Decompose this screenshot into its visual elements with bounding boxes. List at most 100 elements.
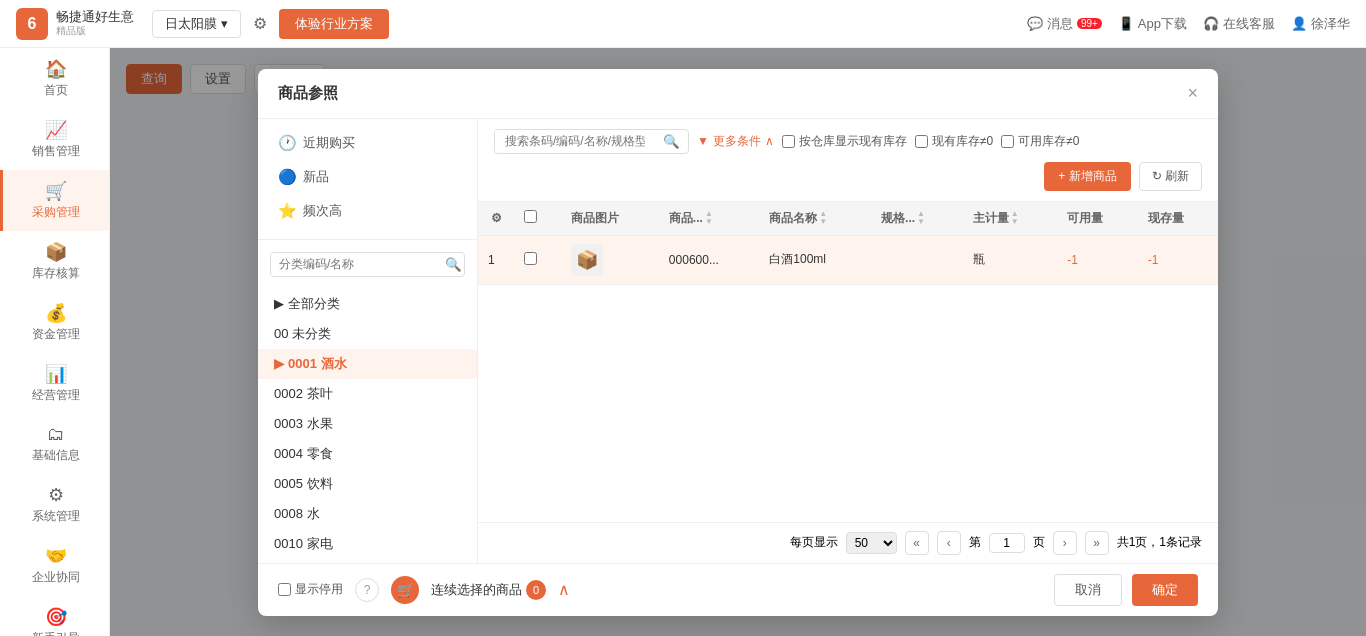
sidebar-item-operations[interactable]: 📊 经营管理 (0, 353, 109, 414)
modal-right-panel: 🔍 ▼ 更多条件 ∧ 按仓库显示现有库存 (478, 119, 1218, 563)
first-page-button[interactable]: « (905, 531, 929, 555)
more-filter-button[interactable]: ▼ 更多条件 ∧ (697, 133, 774, 150)
table-row[interactable]: 1 📦 000600... 白酒100ml 瓶 -1 (478, 235, 1218, 284)
checkbox-available-stock[interactable]: 可用库存≠0 (1001, 133, 1079, 150)
nav-right: 💬 消息 99+ 📱 App下载 🎧 在线客服 👤 徐泽华 (1027, 15, 1350, 33)
star-icon: ⭐ (278, 202, 297, 220)
quick-link-recent[interactable]: 🕐 近期购买 (270, 129, 465, 157)
td-stock: -1 (1138, 235, 1218, 284)
show-disabled-input[interactable] (278, 583, 291, 596)
cat-item-all[interactable]: ▶ 全部分类 (258, 289, 477, 319)
sidebar-item-purchase[interactable]: 🛒 采购管理 (0, 170, 109, 231)
sidebar-item-basic[interactable]: 🗂 基础信息 (0, 414, 109, 474)
th-settings[interactable]: ⚙ (478, 202, 514, 236)
cat-label-00: 00 未分类 (274, 325, 331, 343)
sidebar-item-finance[interactable]: 💰 资金管理 (0, 292, 109, 353)
per-page-select[interactable]: 50 100 (846, 532, 897, 554)
page-input[interactable] (989, 533, 1025, 553)
app-download-item[interactable]: 📱 App下载 (1118, 15, 1187, 33)
quick-link-recent-label: 近期购买 (303, 134, 355, 152)
td-checkbox (514, 235, 561, 284)
th-checkbox (514, 202, 561, 236)
nav-selector[interactable]: 日太阳膜 ▾ (152, 10, 241, 38)
sidebar-item-inventory[interactable]: 📦 库存核算 (0, 231, 109, 292)
trial-btn[interactable]: 体验行业方案 (279, 9, 389, 39)
sidebar-label-system: 系统管理 (32, 508, 80, 525)
footer-left: 显示停用 (278, 581, 343, 598)
th-code[interactable]: 商品... ▲▼ (659, 202, 759, 236)
th-name[interactable]: 商品名称 ▲▼ (759, 202, 871, 236)
sidebar-item-system[interactable]: ⚙ 系统管理 (0, 474, 109, 535)
cat-label-0010: 0010 家电 (274, 535, 333, 553)
purchase-icon: 🛒 (45, 180, 67, 202)
last-page-button[interactable]: » (1085, 531, 1109, 555)
cat-item-0008[interactable]: 0008 水 (258, 499, 477, 529)
cat-item-0005[interactable]: 0005 饮料 (258, 469, 477, 499)
online-service-item[interactable]: 🎧 在线客服 (1203, 15, 1275, 33)
quick-link-new-label: 新品 (303, 168, 329, 186)
checkbox-current-stock-input[interactable] (915, 135, 928, 148)
checkbox-warehouse-stock-input[interactable] (782, 135, 795, 148)
sidebar-item-home[interactable]: 🏠 首页 (0, 48, 109, 109)
app-label: App下载 (1138, 15, 1187, 33)
chevron-down-icon: ▾ (221, 16, 228, 31)
quick-link-frequent[interactable]: ⭐ 频次高 (270, 197, 465, 225)
sidebar-item-sales[interactable]: 📈 销售管理 (0, 109, 109, 170)
collapse-arrow-icon[interactable]: ∧ (558, 580, 570, 599)
th-unit[interactable]: 主计量 ▲▼ (963, 202, 1058, 236)
help-button[interactable]: ? (355, 578, 379, 602)
cat-item-00[interactable]: 00 未分类 (258, 319, 477, 349)
add-product-button[interactable]: + 新增商品 (1044, 162, 1130, 191)
arrow-icon: ▶ (274, 296, 284, 311)
gear-icon[interactable]: ⚙ (253, 14, 267, 33)
cat-item-0004[interactable]: 0004 零食 (258, 439, 477, 469)
messages-item[interactable]: 💬 消息 99+ (1027, 15, 1102, 33)
sidebar-item-guide[interactable]: 🎯 新手引导 (0, 596, 109, 636)
divider (258, 239, 477, 240)
user-item[interactable]: 👤 徐泽华 (1291, 15, 1350, 33)
refresh-button[interactable]: ↻ 刷新 (1139, 162, 1202, 191)
category-search-input[interactable] (271, 253, 437, 275)
sidebar-label-operations: 经营管理 (32, 387, 80, 404)
td-image: 📦 (561, 235, 659, 284)
select-all-checkbox[interactable] (524, 210, 537, 223)
modal-close-button[interactable]: × (1187, 83, 1198, 104)
page-suffix: 页 (1033, 534, 1045, 551)
user-label: 徐泽华 (1311, 15, 1350, 33)
category-search-button[interactable]: 🔍 (437, 253, 465, 276)
modal-left-panel: 🕐 近期购买 🔵 新品 ⭐ 频次高 (258, 119, 478, 563)
cat-label-0008: 0008 水 (274, 505, 320, 523)
cart-button[interactable]: 🛒 (391, 576, 419, 604)
show-disabled-checkbox[interactable]: 显示停用 (278, 581, 343, 598)
cat-item-0010[interactable]: 0010 家电 (258, 529, 477, 559)
cancel-button[interactable]: 取消 (1054, 574, 1122, 606)
modal-quick-links: 🕐 近期购买 🔵 新品 ⭐ 频次高 (258, 119, 477, 235)
confirm-button[interactable]: 确定 (1132, 574, 1198, 606)
checkbox-warehouse-stock[interactable]: 按仓库显示现有库存 (782, 133, 907, 150)
next-page-button[interactable]: › (1053, 531, 1077, 555)
system-icon: ⚙ (48, 484, 64, 506)
filter-label: 更多条件 (713, 133, 761, 150)
checkbox-current-stock[interactable]: 现有库存≠0 (915, 133, 993, 150)
td-spec (871, 235, 963, 284)
td-available: -1 (1057, 235, 1137, 284)
th-spec[interactable]: 规格... ▲▼ (871, 202, 963, 236)
cat-item-0003[interactable]: 0003 水果 (258, 409, 477, 439)
modal-body: 🕐 近期购买 🔵 新品 ⭐ 频次高 (258, 119, 1218, 563)
sidebar-label-purchase: 采购管理 (32, 204, 80, 221)
cat-item-0002[interactable]: 0002 茶叶 (258, 379, 477, 409)
per-page-label: 每页显示 (790, 534, 838, 551)
product-search-input[interactable] (495, 130, 655, 152)
prev-page-button[interactable]: ‹ (937, 531, 961, 555)
sidebar-item-collab[interactable]: 🤝 企业协同 (0, 535, 109, 596)
checkbox-current-stock-label: 现有库存≠0 (932, 133, 993, 150)
product-search-button[interactable]: 🔍 (655, 130, 688, 153)
row-checkbox[interactable] (524, 252, 537, 265)
cat-label-all: 全部分类 (288, 295, 340, 313)
product-image: 📦 (571, 244, 603, 276)
selected-label: 连续选择的商品 (431, 581, 522, 599)
cat-item-0001[interactable]: ▶ 0001 酒水 (258, 349, 477, 379)
quick-link-new[interactable]: 🔵 新品 (270, 163, 465, 191)
finance-icon: 💰 (45, 302, 67, 324)
checkbox-available-stock-input[interactable] (1001, 135, 1014, 148)
